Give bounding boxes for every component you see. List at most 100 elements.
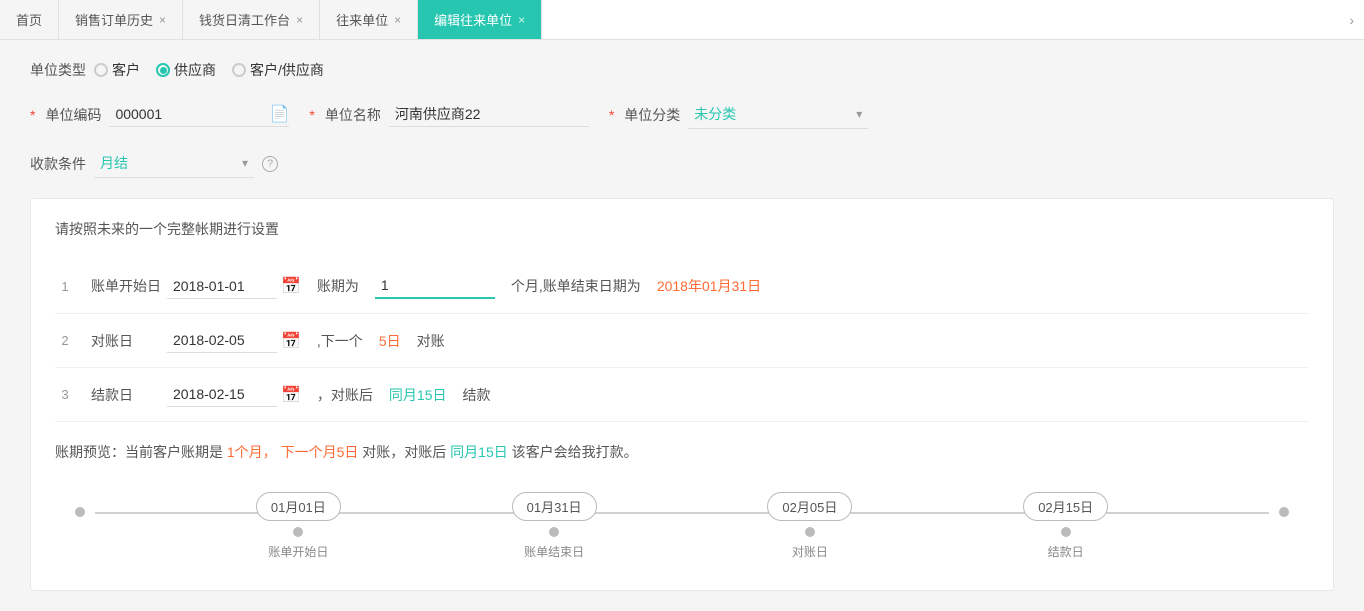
- tab-expand-button[interactable]: ›: [1339, 0, 1364, 39]
- radio-circle-customer: [94, 63, 108, 77]
- main-content: 单位类型 客户 供应商 客户/供应商 * 单位编码: [0, 40, 1364, 611]
- unit-code-input[interactable]: [109, 102, 269, 126]
- unit-category-label: 单位分类: [624, 105, 680, 125]
- timeline-node-2: 01月31日 账单结束日: [512, 492, 597, 560]
- unit-type-label: 单位类型: [30, 60, 86, 80]
- row-desc-2a: ,下一个: [317, 331, 363, 351]
- date-input-2: 📅: [167, 328, 301, 353]
- radio-circle-supplier: [156, 63, 170, 77]
- node-label-4: 结款日: [1048, 543, 1084, 560]
- radio-group: 客户 供应商 客户/供应商: [94, 60, 324, 80]
- payment-day-highlight: 同月15日: [389, 385, 447, 405]
- timeline-node-1: 01月01日 账单开始日: [256, 492, 341, 560]
- date-field-1[interactable]: [167, 274, 277, 299]
- tab-bar: 首页 销售订单历史 × 钱货日清工作台 × 往来单位 × 编辑往来单位 × ›: [0, 0, 1364, 40]
- preview-reconcile: 下一个月5日: [281, 444, 359, 460]
- required-star-3: *: [609, 107, 614, 123]
- radio-label-supplier: 供应商: [174, 60, 216, 80]
- row-num-1: 1: [55, 279, 75, 294]
- preview-prefix: 账期预览：当前客户账期是: [55, 444, 223, 460]
- period-input[interactable]: [375, 273, 495, 299]
- row-label-1: 账单开始日: [91, 276, 151, 296]
- unit-name-label: 单位名称: [325, 105, 381, 125]
- row-label-3: 结款日: [91, 385, 151, 405]
- radio-circle-both: [232, 63, 246, 77]
- node-dot-2: [549, 527, 559, 537]
- calendar-icon-2[interactable]: 📅: [281, 331, 301, 351]
- payment-terms-value: 月结: [100, 153, 242, 173]
- radio-customer[interactable]: 客户: [94, 60, 140, 80]
- preview-text: 账期预览：当前客户账期是 1个月， 下一个月5日 对账，对账后 同月15日 该客…: [55, 442, 1309, 462]
- row-num-3: 3: [55, 387, 75, 402]
- node-label-1: 账单开始日: [268, 543, 328, 560]
- tab-home[interactable]: 首页: [0, 0, 59, 39]
- unit-name-field: * 单位名称: [309, 102, 588, 127]
- timeline-end: [1279, 492, 1289, 517]
- end-date-highlight: 2018年01月31日: [657, 276, 761, 296]
- close-icon[interactable]: ×: [394, 13, 401, 27]
- payment-terms-select[interactable]: 月结 ▾: [94, 149, 254, 178]
- settings-panel: 请按照未来的一个完整帐期进行设置 1 账单开始日 📅 账期为 个月,账单结束日期…: [30, 198, 1334, 591]
- settings-row-3: 3 结款日 📅 ，对账后 同月15日 结款: [55, 368, 1309, 422]
- node-dot-3: [805, 527, 815, 537]
- date-field-2[interactable]: [167, 328, 277, 353]
- node-dot-1: [293, 527, 303, 537]
- radio-supplier[interactable]: 供应商: [156, 60, 216, 80]
- timeline-node-3: 02月05日 对账日: [767, 492, 852, 560]
- unit-type-row: 单位类型 客户 供应商 客户/供应商: [30, 60, 1334, 80]
- row-desc-2b: 对账: [417, 331, 445, 351]
- settings-row-1: 1 账单开始日 📅 账期为 个月,账单结束日期为 2018年01月31日: [55, 259, 1309, 314]
- node-badge-3: 02月05日: [767, 492, 852, 521]
- payment-terms-label: 收款条件: [30, 154, 86, 174]
- node-badge-2: 01月31日: [512, 492, 597, 521]
- node-badge-4: 02月15日: [1023, 492, 1108, 521]
- unit-code-label: 单位编码: [45, 105, 101, 125]
- preview-payment: 同月15日: [450, 444, 508, 460]
- row-label-2: 对账日: [91, 331, 151, 351]
- chevron-right-icon: ›: [1349, 12, 1354, 28]
- radio-both[interactable]: 客户/供应商: [232, 60, 324, 80]
- payment-terms-field: 收款条件 月结 ▾ ?: [30, 149, 278, 178]
- radio-label-customer: 客户: [112, 60, 140, 80]
- close-icon[interactable]: ×: [518, 13, 525, 27]
- radio-label-both: 客户/供应商: [250, 60, 324, 80]
- timeline-node-4: 02月15日 结款日: [1023, 492, 1108, 560]
- unit-code-input-wrapper: 📄: [109, 102, 289, 127]
- copy-icon[interactable]: 📄: [269, 104, 289, 124]
- unit-category-field: * 单位分类 未分类 ▾: [609, 100, 868, 129]
- unit-category-select[interactable]: 未分类 ▾: [688, 100, 868, 129]
- tab-cash-work[interactable]: 钱货日清工作台 ×: [183, 0, 320, 39]
- node-label-2: 账单结束日: [524, 543, 584, 560]
- tab-sales-history[interactable]: 销售订单历史 ×: [59, 0, 183, 39]
- timeline-start: [75, 492, 85, 517]
- date-field-3[interactable]: [167, 382, 277, 407]
- row-num-2: 2: [55, 333, 75, 348]
- calendar-icon-3[interactable]: 📅: [281, 385, 301, 405]
- unit-category-value: 未分类: [694, 104, 856, 124]
- required-star: *: [30, 107, 35, 123]
- row-desc-3b: 结款: [463, 385, 491, 405]
- reconcile-day-highlight: 5日: [379, 331, 401, 351]
- node-dot-4: [1061, 527, 1071, 537]
- close-icon[interactable]: ×: [159, 13, 166, 27]
- help-icon[interactable]: ?: [262, 156, 278, 172]
- settings-row-2: 2 对账日 📅 ,下一个 5日 对账: [55, 314, 1309, 368]
- timeline: 01月01日 账单开始日 01月31日 账单结束日 02月05日 对账日 02月…: [55, 492, 1309, 560]
- panel-hint: 请按照未来的一个完整帐期进行设置: [55, 219, 1309, 239]
- required-star-2: *: [309, 107, 314, 123]
- end-dot: [1279, 507, 1289, 517]
- row-desc-3a: ，对账后: [317, 385, 373, 405]
- unit-name-input[interactable]: [389, 102, 589, 127]
- close-icon[interactable]: ×: [296, 13, 303, 27]
- timeline-nodes: 01月01日 账单开始日 01月31日 账单结束日 02月05日 对账日 02月…: [75, 492, 1289, 560]
- date-input-3: 📅: [167, 382, 301, 407]
- tab-units[interactable]: 往来单位 ×: [320, 0, 418, 39]
- payment-terms-row: 收款条件 月结 ▾ ?: [30, 149, 1334, 178]
- tab-edit-unit[interactable]: 编辑往来单位 ×: [418, 0, 542, 39]
- preview-period: 1个月，: [227, 444, 277, 460]
- row-desc-1b: 个月,账单结束日期为: [511, 276, 641, 296]
- calendar-icon-1[interactable]: 📅: [281, 276, 301, 296]
- unit-type-field: 单位类型 客户 供应商 客户/供应商: [30, 60, 324, 80]
- preview-middle: 对账，对账后: [362, 444, 446, 460]
- row-desc-1: 账期为: [317, 276, 359, 296]
